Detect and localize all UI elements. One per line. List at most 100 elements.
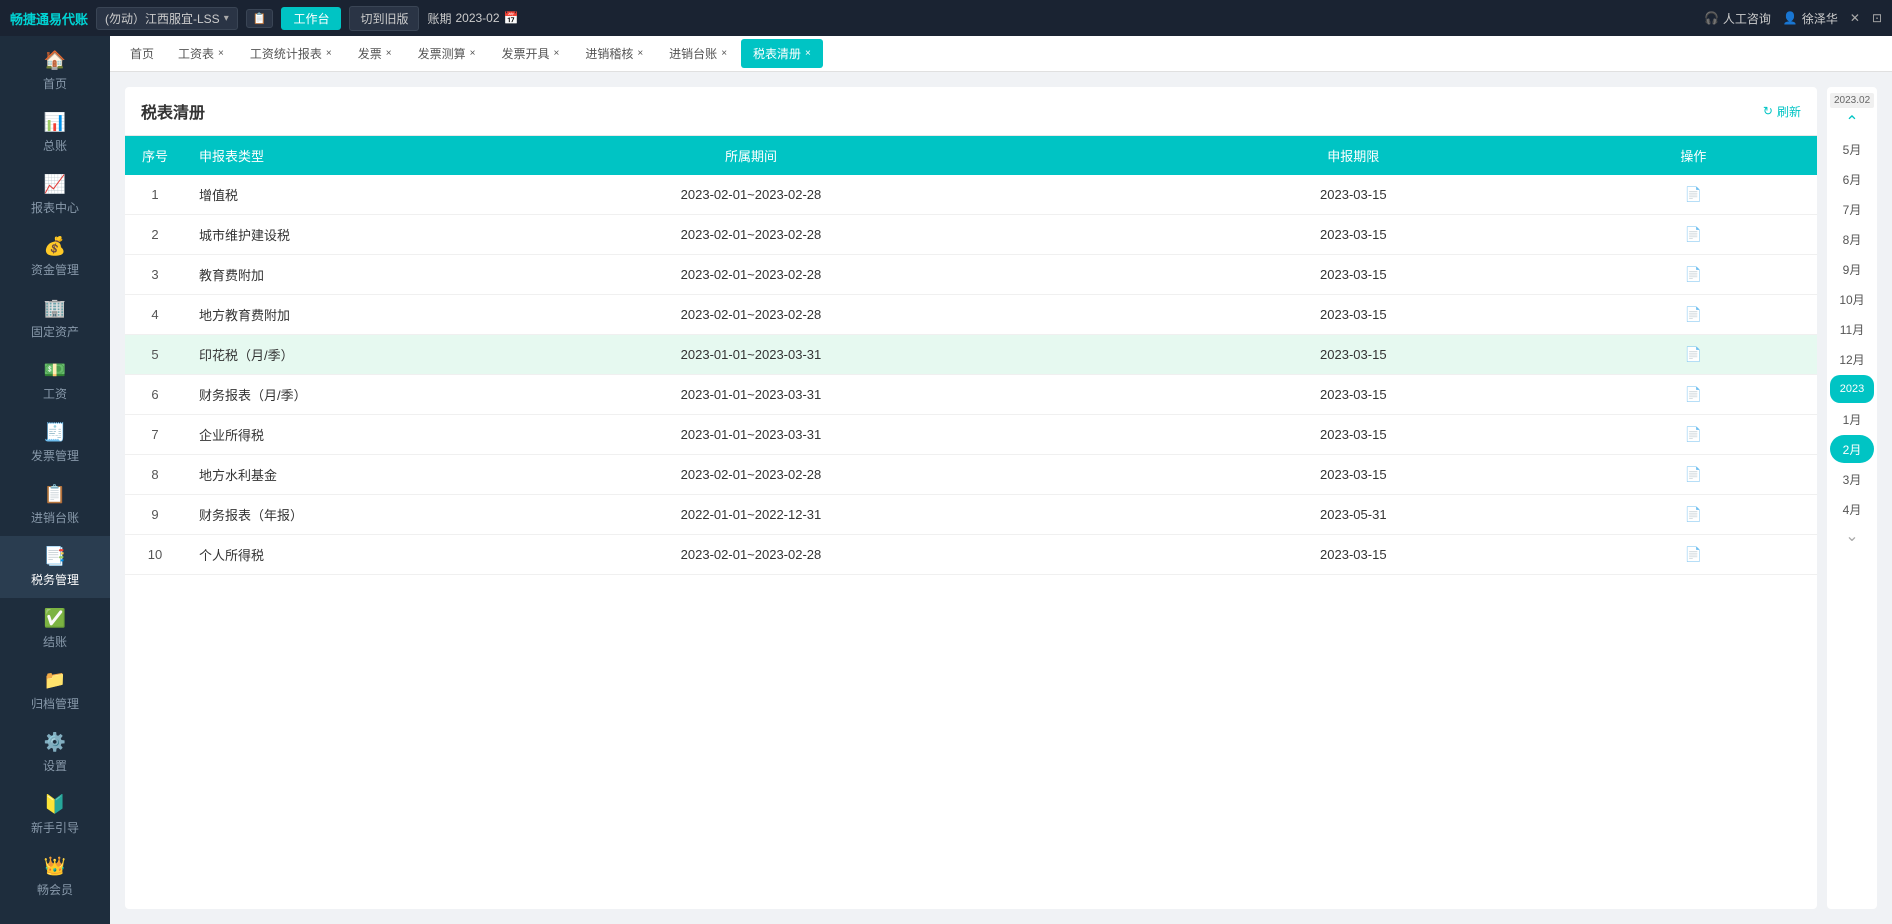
action-icon[interactable]: 📄 <box>1685 506 1702 522</box>
sidebar-item-home[interactable]: 🏠 首页 <box>0 40 110 102</box>
calendar-month-1[interactable]: 1月 <box>1830 405 1874 433</box>
calendar-month-12[interactable]: 12月 <box>1830 345 1874 373</box>
calendar-down-icon[interactable]: ⌄ <box>1845 526 1858 546</box>
tab-close-invoice[interactable]: × <box>386 48 392 59</box>
calendar-month-9[interactable]: 9月 <box>1830 255 1874 283</box>
tab-close-invoice-issue[interactable]: × <box>553 48 559 59</box>
close-icon[interactable]: ✕ <box>1850 11 1860 25</box>
ai-consult-button[interactable]: 🎧 人工咨询 <box>1704 10 1771 27</box>
assets-icon: 🏢 <box>44 298 66 319</box>
salary-icon: 💵 <box>44 360 66 381</box>
action-icon[interactable]: 📄 <box>1685 186 1702 202</box>
cell-deadline: 2023-03-15 <box>1137 415 1570 455</box>
app-logo: 畅捷通易代账 <box>10 9 88 28</box>
sidebar-label-assets: 固定资产 <box>31 323 79 340</box>
action-icon[interactable]: 📄 <box>1685 266 1702 282</box>
tab-close-purchase-ledger[interactable]: × <box>721 48 727 59</box>
tab-close-purchase-check[interactable]: × <box>637 48 643 59</box>
sidebar-item-ledger[interactable]: 📊 总账 <box>0 102 110 164</box>
calendar-icon[interactable]: 📅 <box>504 11 519 25</box>
sidebar-label-salary: 工资 <box>43 385 67 402</box>
workbench-button[interactable]: 工作台 <box>281 7 341 30</box>
calendar-month-5[interactable]: 5月 <box>1830 135 1874 163</box>
calendar-month-6[interactable]: 6月 <box>1830 165 1874 193</box>
calendar-month-8[interactable]: 8月 <box>1830 225 1874 253</box>
tax-table: 序号 申报表类型 所属期间 申报期限 操作 1 增值税 2023-02-01~2… <box>125 136 1817 575</box>
sidebar-item-guide[interactable]: 🔰 新手引导 <box>0 784 110 846</box>
refresh-button[interactable]: ↻ 刷新 <box>1763 103 1801 120</box>
chevron-down-icon: ▾ <box>224 13 229 24</box>
sidebar-label-settings: 设置 <box>43 757 67 774</box>
user-menu[interactable]: 👤 徐泽华 <box>1783 10 1838 27</box>
cell-id: 9 <box>125 495 185 535</box>
action-icon[interactable]: 📄 <box>1685 426 1702 442</box>
tab-invoice-issue[interactable]: 发票开具 × <box>489 39 571 68</box>
action-icon[interactable]: 📄 <box>1685 546 1702 562</box>
tab-salary-stats[interactable]: 工资统计报表 × <box>238 39 344 68</box>
tab-invoice-calc[interactable]: 发票测算 × <box>406 39 488 68</box>
sidebar-item-member[interactable]: 👑 畅会员 <box>0 846 110 908</box>
cell-id: 8 <box>125 455 185 495</box>
tab-purchase-ledger[interactable]: 进销台账 × <box>657 39 739 68</box>
cell-period: 2023-02-01~2023-02-28 <box>365 255 1137 295</box>
calendar-year-2023[interactable]: 2023 <box>1830 375 1874 403</box>
tab-close-salary[interactable]: × <box>218 48 224 59</box>
cell-action: 📄 <box>1570 335 1817 375</box>
tab-tax-list[interactable]: 税表清册 × <box>741 39 823 68</box>
calendar-month-2[interactable]: 2月 <box>1830 435 1874 463</box>
calendar-month-4[interactable]: 4月 <box>1830 495 1874 523</box>
cell-deadline: 2023-03-15 <box>1137 535 1570 575</box>
sidebar-item-reports[interactable]: 📈 报表中心 <box>0 164 110 226</box>
action-icon[interactable]: 📄 <box>1685 466 1702 482</box>
cell-id: 5 <box>125 335 185 375</box>
calendar-month-7[interactable]: 7月 <box>1830 195 1874 223</box>
calendar-month-11[interactable]: 11月 <box>1830 315 1874 343</box>
sidebar-item-tax[interactable]: 📑 税务管理 <box>0 536 110 598</box>
sidebar-item-purchase-sales[interactable]: 📋 进销台账 <box>0 474 110 536</box>
sidebar-item-archive[interactable]: 📁 归档管理 <box>0 660 110 722</box>
tab-purchase-check[interactable]: 进销稽核 × <box>573 39 655 68</box>
cell-period: 2023-02-01~2023-02-28 <box>365 535 1137 575</box>
sidebar-label-invoice: 发票管理 <box>31 447 79 464</box>
page-content: 税表清册 ↻ 刷新 序号 申报表类型 所属期间 申报期限 操作 <box>110 72 1892 924</box>
main-layout: 🏠 首页 📊 总账 📈 报表中心 💰 资金管理 🏢 固定资产 💵 工资 🧾 发票… <box>0 36 1892 924</box>
company-selector[interactable]: (勿动）江西服宜-LSS ▾ <box>96 7 238 30</box>
cell-type: 财务报表（月/季） <box>185 375 365 415</box>
unpin-button[interactable]: 📌 取消固定 <box>0 918 110 924</box>
cell-action: 📄 <box>1570 535 1817 575</box>
calendar-up-icon[interactable]: ⌃ <box>1845 112 1858 132</box>
tab-close-invoice-calc[interactable]: × <box>470 48 476 59</box>
tab-salary-table[interactable]: 工资表 × <box>166 39 236 68</box>
maximize-icon[interactable]: ⊡ <box>1872 11 1882 25</box>
sidebar-item-invoice[interactable]: 🧾 发票管理 <box>0 412 110 474</box>
cell-deadline: 2023-03-15 <box>1137 175 1570 215</box>
old-version-button[interactable]: 切到旧版 <box>349 6 419 31</box>
topbar-right: 🎧 人工咨询 👤 徐泽华 ✕ ⊡ <box>1704 10 1882 27</box>
cell-deadline: 2023-03-15 <box>1137 295 1570 335</box>
sidebar: 🏠 首页 📊 总账 📈 报表中心 💰 资金管理 🏢 固定资产 💵 工资 🧾 发票… <box>0 36 110 924</box>
sidebar-item-assets[interactable]: 🏢 固定资产 <box>0 288 110 350</box>
tab-home[interactable]: 首页 <box>120 39 164 68</box>
tab-invoice[interactable]: 发票 × <box>346 39 404 68</box>
cell-period: 2023-01-01~2023-03-31 <box>365 415 1137 455</box>
action-icon[interactable]: 📄 <box>1685 346 1702 362</box>
action-icon[interactable]: 📄 <box>1685 386 1702 402</box>
cell-id: 7 <box>125 415 185 455</box>
cell-period: 2023-02-01~2023-02-28 <box>365 215 1137 255</box>
tax-icon: 📑 <box>44 546 66 567</box>
refresh-icon: ↻ <box>1763 104 1773 118</box>
cell-action: 📄 <box>1570 175 1817 215</box>
cell-action: 📄 <box>1570 455 1817 495</box>
sidebar-item-funds[interactable]: 💰 资金管理 <box>0 226 110 288</box>
tab-close-salary-stats[interactable]: × <box>326 48 332 59</box>
sidebar-item-salary[interactable]: 💵 工资 <box>0 350 110 412</box>
sidebar-item-settings[interactable]: ⚙️ 设置 <box>0 722 110 784</box>
calendar-month-10[interactable]: 10月 <box>1830 285 1874 313</box>
tab-close-tax-list[interactable]: × <box>805 48 811 59</box>
calendar-month-3[interactable]: 3月 <box>1830 465 1874 493</box>
action-icon[interactable]: 📄 <box>1685 306 1702 322</box>
action-icon[interactable]: 📄 <box>1685 226 1702 242</box>
cell-deadline: 2023-03-15 <box>1137 215 1570 255</box>
copy-button[interactable]: 📋 <box>246 9 274 28</box>
sidebar-item-close-accounts[interactable]: ✅ 结账 <box>0 598 110 660</box>
